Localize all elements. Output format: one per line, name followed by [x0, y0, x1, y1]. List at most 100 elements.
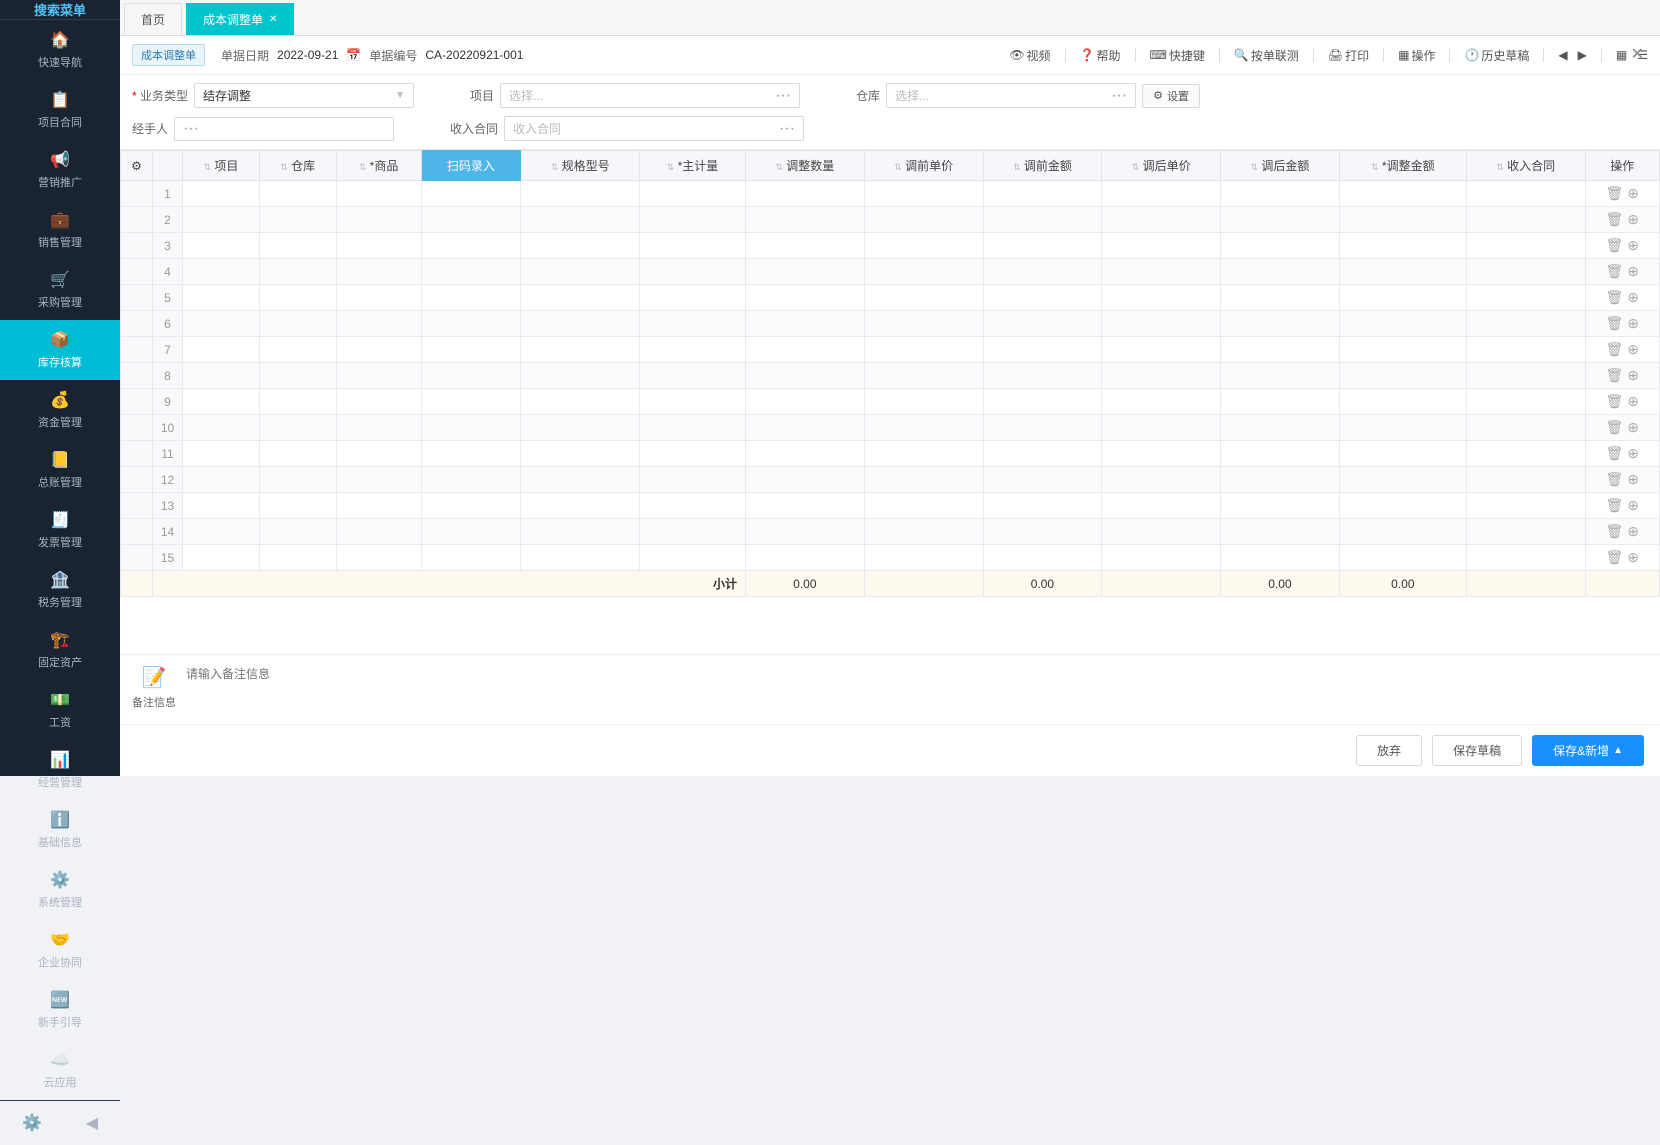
cell-main-qty[interactable] [640, 311, 746, 337]
col-scan-input-header[interactable]: 扫码录入 [421, 151, 521, 181]
operations-btn[interactable]: ▦ 操作 [1398, 47, 1435, 64]
cell-adjust-amount[interactable] [1339, 337, 1466, 363]
cell-pre-unit-price[interactable] [864, 441, 983, 467]
cell-main-qty[interactable] [640, 441, 746, 467]
cell-spec[interactable] [521, 207, 640, 233]
cell-project[interactable] [183, 493, 260, 519]
copy-row-icon[interactable]: ⊕ [1627, 367, 1639, 384]
cell-income-contract[interactable] [1466, 363, 1585, 389]
cell-goods[interactable] [336, 545, 421, 571]
cell-adjust-amount[interactable] [1339, 207, 1466, 233]
copy-row-icon[interactable]: ⊕ [1627, 497, 1639, 514]
col-pre-amount-header[interactable]: ⇅ 调前金额 [983, 151, 1102, 181]
cell-scan-input[interactable] [421, 207, 521, 233]
cell-post-amount[interactable] [1221, 545, 1340, 571]
cell-scan-input[interactable] [421, 233, 521, 259]
delete-row-icon[interactable]: 🗑 [1606, 185, 1624, 202]
cell-scan-input[interactable] [421, 415, 521, 441]
income-contract-dots[interactable]: ··· [779, 121, 795, 137]
cell-scan-input[interactable] [421, 363, 521, 389]
table-container[interactable]: ⚙ ⇅ 项目 ⇅ 仓库 ⇅ [120, 150, 1660, 654]
cell-adjust-qty[interactable] [745, 285, 864, 311]
copy-row-icon[interactable]: ⊕ [1627, 237, 1639, 254]
cell-adjust-amount[interactable] [1339, 545, 1466, 571]
cell-main-qty[interactable] [640, 519, 746, 545]
cell-adjust-qty[interactable] [745, 441, 864, 467]
cell-warehouse[interactable] [259, 311, 336, 337]
cell-main-qty[interactable] [640, 207, 746, 233]
nav-prev-btn[interactable]: ◀ [1558, 48, 1567, 62]
cell-post-unit-price[interactable] [1102, 467, 1221, 493]
cell-scan-input[interactable] [421, 259, 521, 285]
cell-post-unit-price[interactable] [1102, 415, 1221, 441]
cell-pre-amount[interactable] [983, 389, 1102, 415]
delete-row-icon[interactable]: 🗑 [1606, 523, 1624, 540]
cell-adjust-amount[interactable] [1339, 415, 1466, 441]
tab-cost-adjust-close[interactable]: ✕ [269, 14, 277, 25]
cell-pre-amount[interactable] [983, 207, 1102, 233]
copy-row-icon[interactable]: ⊕ [1627, 185, 1639, 202]
col-income-contract-header[interactable]: ⇅ 收入合同 [1466, 151, 1585, 181]
cell-income-contract[interactable] [1466, 259, 1585, 285]
sidebar-item-tax-mgmt[interactable]: 🏦 税务管理 [0, 560, 120, 620]
copy-row-icon[interactable]: ⊕ [1627, 471, 1639, 488]
cell-main-qty[interactable] [640, 259, 746, 285]
income-contract-value[interactable]: 收入合同 ··· [504, 116, 804, 141]
cell-main-qty[interactable] [640, 389, 746, 415]
cell-goods[interactable] [336, 181, 421, 207]
cell-spec[interactable] [521, 467, 640, 493]
delete-row-icon[interactable]: 🗑 [1606, 393, 1624, 410]
cell-scan-input[interactable] [421, 545, 521, 571]
cell-adjust-amount[interactable] [1339, 285, 1466, 311]
cell-main-qty[interactable] [640, 493, 746, 519]
cell-project[interactable] [183, 285, 260, 311]
cell-post-unit-price[interactable] [1102, 207, 1221, 233]
cell-spec[interactable] [521, 493, 640, 519]
cell-pre-amount[interactable] [983, 181, 1102, 207]
cell-adjust-qty[interactable] [745, 389, 864, 415]
cell-goods[interactable] [336, 207, 421, 233]
cell-main-qty[interactable] [640, 415, 746, 441]
copy-row-icon[interactable]: ⊕ [1627, 419, 1639, 436]
cell-post-amount[interactable] [1221, 311, 1340, 337]
cell-pre-amount[interactable] [983, 311, 1102, 337]
cell-post-amount[interactable] [1221, 389, 1340, 415]
cell-post-unit-price[interactable] [1102, 337, 1221, 363]
sidebar-item-system-mgmt[interactable]: ⚙️ 系统管理 [0, 860, 120, 920]
cell-post-amount[interactable] [1221, 233, 1340, 259]
cell-income-contract[interactable] [1466, 493, 1585, 519]
cell-scan-input[interactable] [421, 337, 521, 363]
copy-row-icon[interactable]: ⊕ [1627, 289, 1639, 306]
cell-adjust-amount[interactable] [1339, 181, 1466, 207]
copy-row-icon[interactable]: ⊕ [1627, 341, 1639, 358]
delete-row-icon[interactable]: 🗑 [1606, 263, 1624, 280]
cell-post-amount[interactable] [1221, 207, 1340, 233]
cell-post-unit-price[interactable] [1102, 233, 1221, 259]
handler-dots[interactable]: ··· [183, 121, 199, 137]
sidebar-item-purchase-mgmt[interactable]: 🛒 采购管理 [0, 260, 120, 320]
cell-adjust-amount[interactable] [1339, 233, 1466, 259]
cell-adjust-qty[interactable] [745, 311, 864, 337]
cell-post-unit-price[interactable] [1102, 311, 1221, 337]
col-settings-header[interactable]: ⚙ [121, 151, 153, 181]
delete-row-icon[interactable]: 🗑 [1606, 237, 1624, 254]
cell-adjust-amount[interactable] [1339, 467, 1466, 493]
copy-row-icon[interactable]: ⊕ [1627, 211, 1639, 228]
cell-adjust-amount[interactable] [1339, 519, 1466, 545]
tab-cost-adjust[interactable]: 成本调整单 ✕ [186, 3, 294, 35]
cell-income-contract[interactable] [1466, 207, 1585, 233]
sidebar-item-operations-mgmt[interactable]: 📊 经营管理 [0, 740, 120, 800]
history-btn[interactable]: 🕐 历史草稿 [1464, 47, 1529, 64]
cell-goods[interactable] [336, 363, 421, 389]
col-post-unit-price-header[interactable]: ⇅ 调后单价 [1102, 151, 1221, 181]
sidebar-item-cloud-apps[interactable]: ☁️ 云应用 [0, 1040, 120, 1100]
settings-button[interactable]: ⚙ 设置 [1142, 84, 1200, 108]
cell-adjust-amount[interactable] [1339, 363, 1466, 389]
cell-warehouse[interactable] [259, 389, 336, 415]
cell-income-contract[interactable] [1466, 337, 1585, 363]
sidebar-item-invoice-mgmt[interactable]: 🧾 发票管理 [0, 500, 120, 560]
cell-pre-amount[interactable] [983, 259, 1102, 285]
cell-income-contract[interactable] [1466, 285, 1585, 311]
cell-pre-amount[interactable] [983, 337, 1102, 363]
cell-spec[interactable] [521, 363, 640, 389]
